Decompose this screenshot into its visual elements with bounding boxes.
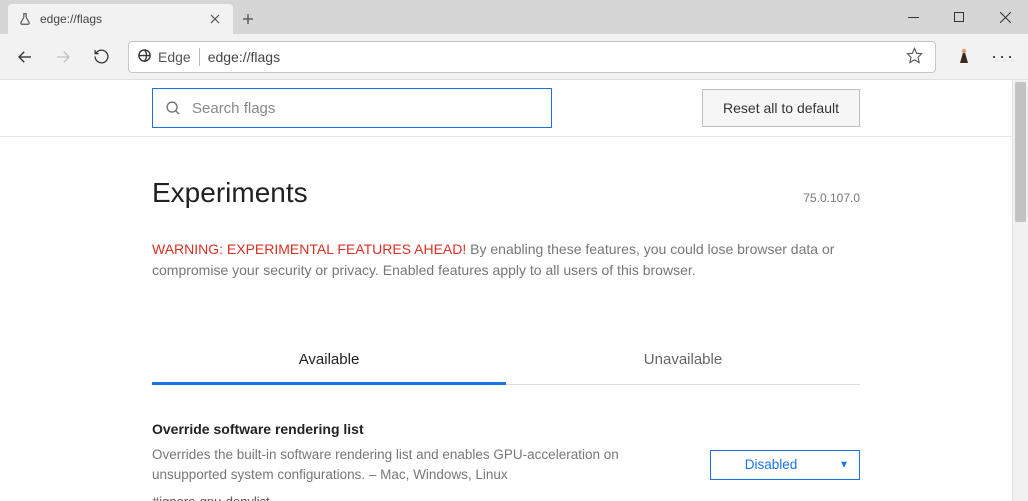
tab-unavailable[interactable]: Unavailable xyxy=(506,337,860,385)
tab-title: edge://flags xyxy=(40,12,199,26)
warning-prefix: WARNING: EXPERIMENTAL FEATURES AHEAD! xyxy=(152,241,466,257)
flag-item: Override software rendering list Overrid… xyxy=(152,421,860,501)
scrollbar[interactable] xyxy=(1012,80,1028,501)
close-window-button[interactable] xyxy=(982,0,1028,34)
separator xyxy=(199,48,200,66)
close-icon[interactable] xyxy=(207,11,223,27)
minimize-button[interactable] xyxy=(890,0,936,34)
favorites-icon[interactable] xyxy=(902,47,927,67)
flags-tabs: Available Unavailable xyxy=(152,337,860,385)
navigation-toolbar: Edge edge://flags ··· xyxy=(0,34,1028,80)
page-content: Reset all to default Experiments 75.0.10… xyxy=(0,80,1012,501)
browser-identity: Edge xyxy=(137,48,191,66)
new-tab-button[interactable] xyxy=(233,4,263,34)
scrollbar-thumb[interactable] xyxy=(1015,82,1026,222)
address-bar[interactable]: Edge edge://flags xyxy=(128,41,936,73)
search-icon xyxy=(165,100,182,117)
profile-avatar[interactable] xyxy=(952,45,976,69)
flag-state-select[interactable]: Disabled xyxy=(710,450,860,480)
warning-text: WARNING: EXPERIMENTAL FEATURES AHEAD! By… xyxy=(152,239,860,281)
flask-icon xyxy=(18,12,32,26)
url-text: edge://flags xyxy=(208,49,894,65)
refresh-button[interactable] xyxy=(84,40,118,74)
flag-anchor[interactable]: #ignore-gpu-denylist xyxy=(152,494,270,501)
flag-state-value: Disabled xyxy=(745,457,798,472)
browser-name: Edge xyxy=(158,49,191,65)
more-icon[interactable]: ··· xyxy=(986,40,1020,74)
search-flags[interactable] xyxy=(152,88,552,128)
back-button[interactable] xyxy=(8,40,42,74)
title-bar: edge://flags xyxy=(0,0,1028,34)
search-input[interactable] xyxy=(192,100,539,117)
flag-title: Override software rendering list xyxy=(152,421,680,437)
reset-all-button[interactable]: Reset all to default xyxy=(702,89,860,127)
browser-tab[interactable]: edge://flags xyxy=(8,4,233,34)
tab-available[interactable]: Available xyxy=(152,337,506,385)
page-title: Experiments xyxy=(152,177,308,209)
forward-button[interactable] xyxy=(46,40,80,74)
flag-description: Overrides the built-in software renderin… xyxy=(152,445,680,486)
edge-icon xyxy=(137,48,152,66)
version-text: 75.0.107.0 xyxy=(803,191,860,205)
search-row: Reset all to default xyxy=(0,80,1012,137)
maximize-button[interactable] xyxy=(936,0,982,34)
window-controls xyxy=(890,0,1028,34)
